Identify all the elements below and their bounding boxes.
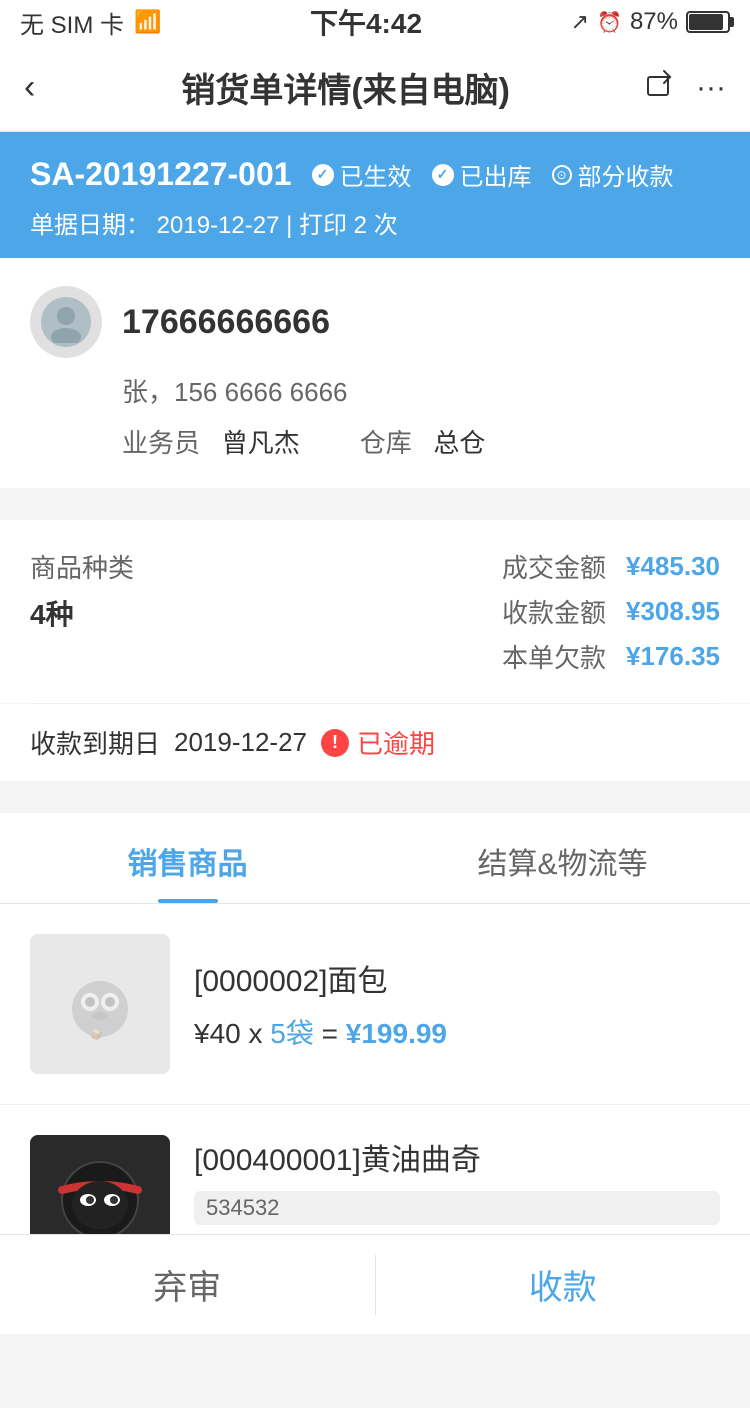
- avatar-icon: [41, 297, 91, 347]
- tab-products[interactable]: 销售商品: [0, 813, 375, 903]
- price-1: ¥40: [194, 1018, 241, 1049]
- customer-id: 17666666666: [122, 303, 330, 342]
- badge-effective: ✓ 已生效: [312, 157, 412, 192]
- due-date-value: 2019-12-27: [174, 727, 307, 758]
- check-icon: ✓: [312, 164, 334, 186]
- overdue-text: 已逾期: [357, 724, 435, 761]
- list-item: 📦 [0000002]面包 ¥40 x 5袋 = ¥199.99: [0, 904, 750, 1105]
- clock-icon: ⊙: [552, 165, 572, 185]
- order-id-row: SA-20191227-001 ✓ 已生效 ✓ 已出库 ⊙ 部分收款: [30, 156, 720, 193]
- back-button[interactable]: ‹: [14, 58, 45, 117]
- stats-row: 商品种类 4种 成交金额 ¥485.30 收款金额 ¥308.95 本单欠款 ¥…: [30, 548, 720, 675]
- types-label: 商品种类: [30, 548, 134, 585]
- overdue-badge: ! 已逾期: [321, 724, 435, 761]
- stats-left: 商品种类 4种: [30, 548, 134, 633]
- sales-info: 业务员 曾凡杰: [122, 423, 300, 460]
- customer-meta: 业务员 曾凡杰 仓库 总仓: [122, 423, 720, 460]
- date-label: 单据日期：: [30, 212, 150, 239]
- status-bar: 无 SIM 卡 📶 下午4:42 ↗ ⏰ 87%: [0, 0, 750, 44]
- more-button[interactable]: ···: [696, 71, 726, 105]
- warehouse-label: 仓库: [360, 428, 412, 458]
- share-button[interactable]: [646, 69, 676, 107]
- cancel-button[interactable]: 弃审: [0, 1235, 375, 1334]
- status-right: ↗ ⏰ 87%: [571, 8, 730, 36]
- status-left: 无 SIM 卡 📶: [20, 5, 161, 40]
- amount-label: 成交金额: [502, 548, 606, 585]
- order-id: SA-20191227-001: [30, 156, 292, 193]
- product-info-1: [0000002]面包 ¥40 x 5袋 = ¥199.99: [194, 934, 720, 1074]
- stats-section: 商品种类 4种 成交金额 ¥485.30 收款金额 ¥308.95 本单欠款 ¥…: [0, 520, 750, 703]
- order-date: 2019-12-27: [157, 212, 280, 239]
- warehouse-info: 仓库 总仓: [360, 423, 486, 460]
- product-sku-2: 534532: [194, 1191, 720, 1225]
- alarm-icon: ⏰: [597, 10, 622, 35]
- equals-1: =: [322, 1018, 346, 1049]
- customer-row: 17666666666: [30, 286, 720, 358]
- badge-partial: ⊙ 部分收款: [552, 157, 674, 192]
- due-date-section: 收款到期日 2019-12-27 ! 已逾期: [0, 704, 750, 781]
- received-label: 收款金额: [502, 593, 606, 630]
- order-header: SA-20191227-001 ✓ 已生效 ✓ 已出库 ⊙ 部分收款 单据日期：…: [0, 132, 750, 258]
- overdue-icon: !: [321, 729, 349, 757]
- tabs-section: 销售商品 结算&物流等: [0, 813, 750, 904]
- sales-label: 业务员: [122, 428, 200, 458]
- customer-avatar: [30, 286, 102, 358]
- tabs-row: 销售商品 结算&物流等: [0, 813, 750, 903]
- stats-right: 成交金额 ¥485.30 收款金额 ¥308.95 本单欠款 ¥176.35: [502, 548, 720, 675]
- received-row: 收款金额 ¥308.95: [502, 593, 720, 630]
- svg-text:📦: 📦: [90, 1028, 102, 1041]
- page-title: 销货单详情(来自电脑): [45, 63, 646, 112]
- wifi-icon: 📶: [134, 9, 161, 35]
- check-icon-2: ✓: [432, 164, 454, 186]
- section-divider-2: [0, 781, 750, 797]
- debt-row: 本单欠款 ¥176.35: [502, 638, 720, 675]
- received-value: ¥308.95: [626, 596, 720, 627]
- bottom-action-bar: 弃审 收款: [0, 1234, 750, 1334]
- amount-value: ¥485.30: [626, 551, 720, 582]
- product-thumb-1: 📦: [30, 934, 170, 1074]
- product-name-1: [0000002]面包: [194, 956, 720, 1000]
- order-date-row: 单据日期： 2019-12-27 | 打印 2 次: [30, 205, 720, 240]
- product-name-2: [000400001]黄油曲奇: [194, 1135, 720, 1179]
- product-image-1: 📦: [30, 934, 170, 1074]
- battery-indicator: [686, 11, 730, 33]
- location-icon: ↗: [571, 9, 589, 35]
- customer-name: 张，156 6666 6666: [122, 372, 720, 409]
- status-time: 下午4:42: [310, 2, 422, 42]
- multiply-1: x: [249, 1018, 271, 1049]
- nav-actions: ···: [646, 69, 726, 107]
- badge-shipped: ✓ 已出库: [432, 157, 532, 192]
- nav-bar: ‹ 销货单详情(来自电脑) ···: [0, 44, 750, 132]
- section-divider-1: [0, 504, 750, 520]
- customer-section: 17666666666 张，156 6666 6666 业务员 曾凡杰 仓库 总…: [0, 258, 750, 488]
- types-value: 4种: [30, 593, 134, 633]
- due-date-label: 收款到期日: [30, 724, 160, 761]
- warehouse-name: 总仓: [433, 428, 485, 458]
- total-1: ¥199.99: [346, 1018, 447, 1049]
- qty-1: 5袋: [270, 1018, 314, 1049]
- amount-row: 成交金额 ¥485.30: [502, 548, 720, 585]
- carrier-label: 无 SIM 卡: [20, 5, 124, 40]
- print-info: | 打印 2 次: [286, 212, 398, 239]
- tab-settlement[interactable]: 结算&物流等: [375, 813, 750, 903]
- battery-label: 87%: [630, 8, 678, 36]
- debt-value: ¥176.35: [626, 641, 720, 672]
- debt-label: 本单欠款: [502, 638, 606, 675]
- product-price-1: ¥40 x 5袋 = ¥199.99: [194, 1012, 720, 1052]
- collect-button[interactable]: 收款: [376, 1235, 750, 1334]
- sales-name: 曾凡杰: [222, 428, 300, 458]
